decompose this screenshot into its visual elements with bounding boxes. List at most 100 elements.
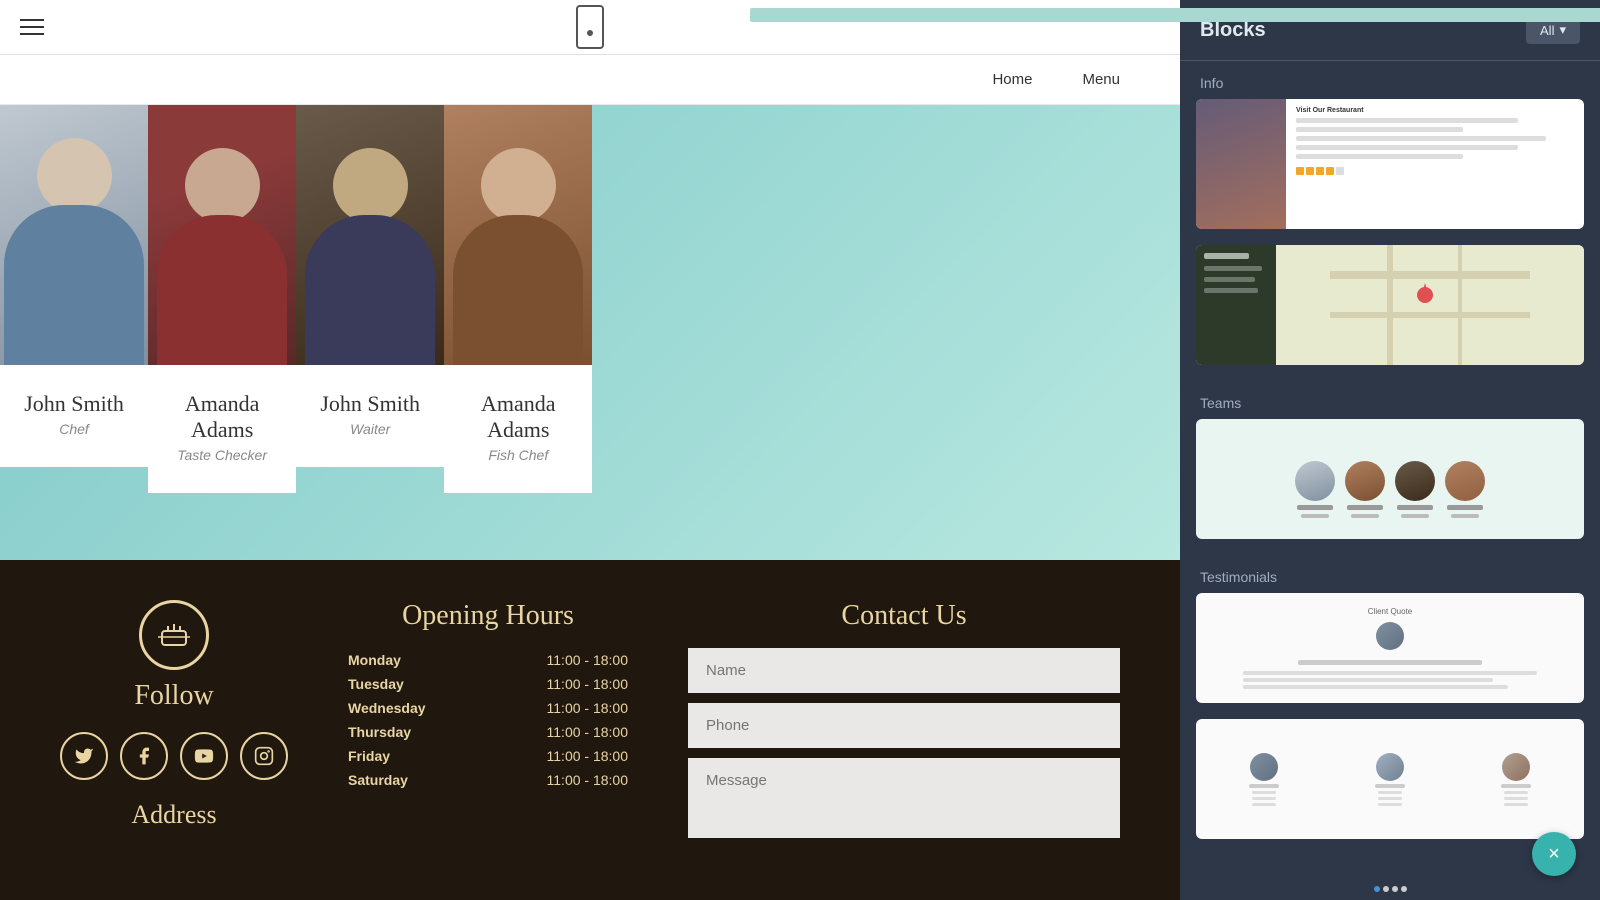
star-2 bbox=[1306, 167, 1314, 175]
testimonials-preview-1: Client Quote bbox=[1196, 593, 1584, 703]
hours-row-wednesday: Wednesday 11:00 - 18:00 bbox=[348, 696, 628, 720]
team-card-2[interactable]: Amanda Adams Taste Checker bbox=[148, 105, 296, 560]
youtube-icon[interactable] bbox=[180, 732, 228, 780]
test2-avatar-1 bbox=[1250, 753, 1278, 781]
footer-contact-column: Contact Us bbox=[688, 600, 1120, 838]
navbar: Home Menu bbox=[0, 55, 1180, 105]
info-line-5 bbox=[1296, 154, 1463, 159]
opening-hours-title: Opening Hours bbox=[348, 600, 628, 632]
map-right-panel bbox=[1276, 245, 1584, 365]
team-preview-avatar-4 bbox=[1445, 461, 1485, 501]
hamburger-menu-icon[interactable] bbox=[20, 19, 44, 35]
testimonial-line-2 bbox=[1243, 678, 1493, 682]
test2-text-1a bbox=[1252, 791, 1276, 794]
team-preview-card-3 bbox=[1395, 461, 1435, 518]
sidebar-block-teams[interactable] bbox=[1196, 419, 1584, 539]
person-silhouette-3 bbox=[296, 105, 444, 365]
sidebar-block-info-1[interactable]: Visit Our Restaurant bbox=[1196, 99, 1584, 229]
test2-text-2c bbox=[1378, 803, 1402, 806]
test2-card-2 bbox=[1330, 753, 1450, 806]
info-block-image-1 bbox=[1196, 99, 1286, 229]
contact-name-input[interactable] bbox=[688, 648, 1120, 693]
footer-address-title: Address bbox=[131, 800, 216, 830]
team-card-4[interactable]: Amanda Adams Fish Chef bbox=[444, 105, 592, 560]
test2-avatar-3 bbox=[1502, 753, 1530, 781]
contact-message-textarea[interactable] bbox=[688, 758, 1120, 838]
hours-day-tuesday: Tuesday bbox=[348, 676, 404, 692]
sidebar-block-testimonial-1[interactable]: Client Quote bbox=[1196, 593, 1584, 703]
team-preview-role-1 bbox=[1301, 514, 1329, 518]
test2-text-2b bbox=[1378, 797, 1402, 800]
twitter-icon[interactable] bbox=[60, 732, 108, 780]
hours-time-friday: 11:00 - 18:00 bbox=[547, 748, 628, 764]
test2-card-1 bbox=[1204, 753, 1324, 806]
hours-day-thursday: Thursday bbox=[348, 724, 411, 740]
test2-text-1c bbox=[1252, 803, 1276, 806]
info-line-4 bbox=[1296, 145, 1518, 150]
team-member-name-2: Amanda Adams bbox=[158, 391, 286, 443]
follow-title: Follow bbox=[134, 680, 213, 712]
team-preview-avatar-2 bbox=[1345, 461, 1385, 501]
team-photo-john-waiter bbox=[296, 105, 444, 365]
filter-chevron-icon: ▾ bbox=[1559, 22, 1566, 38]
team-member-role-2: Taste Checker bbox=[158, 447, 286, 463]
close-button[interactable]: × bbox=[1532, 832, 1576, 876]
map-text-3 bbox=[1204, 288, 1258, 293]
testimonial-line-1 bbox=[1243, 671, 1537, 675]
facebook-icon[interactable] bbox=[120, 732, 168, 780]
test2-name-3 bbox=[1501, 784, 1531, 788]
team-preview-role-4 bbox=[1451, 514, 1479, 518]
info-line-1 bbox=[1296, 118, 1518, 123]
map-svg bbox=[1276, 245, 1584, 365]
nav-home[interactable]: Home bbox=[992, 71, 1032, 88]
sidebar-block-testimonial-2[interactable] bbox=[1196, 719, 1584, 839]
team-photo-amanda-taste bbox=[148, 105, 296, 365]
map-block-preview bbox=[1196, 245, 1584, 365]
team-cards-container: John Smith Chef Amanda Adams Taste Check… bbox=[0, 105, 592, 560]
testimonials-preview-2 bbox=[1196, 719, 1584, 839]
test2-text-2a bbox=[1378, 791, 1402, 794]
hours-row-thursday: Thursday 11:00 - 18:00 bbox=[348, 720, 628, 744]
sidebar: Blocks All ▾ Info Visit Our Restaurant bbox=[1180, 0, 1600, 900]
team-preview-role-2 bbox=[1351, 514, 1379, 518]
team-card-3[interactable]: John Smith Waiter bbox=[296, 105, 444, 560]
hours-time-monday: 11:00 - 18:00 bbox=[547, 652, 628, 668]
client-quote-label: Client Quote bbox=[1368, 607, 1412, 616]
team-member-name-3: John Smith bbox=[306, 391, 434, 417]
instagram-icon[interactable] bbox=[240, 732, 288, 780]
team-preview-card-1 bbox=[1295, 461, 1335, 518]
star-1 bbox=[1296, 167, 1304, 175]
star-4 bbox=[1326, 167, 1334, 175]
footer-hours-column: Opening Hours Monday 11:00 - 18:00 Tuesd… bbox=[348, 600, 628, 792]
person-silhouette-4 bbox=[444, 105, 592, 365]
teams-avatars-row bbox=[1295, 461, 1485, 518]
mobile-preview-icon[interactable] bbox=[576, 5, 604, 49]
test2-text-3c bbox=[1504, 803, 1528, 806]
team-section: John Smith Chef Amanda Adams Taste Check… bbox=[0, 105, 1180, 560]
team-member-role-4: Fish Chef bbox=[454, 447, 582, 463]
sidebar-block-info-map[interactable] bbox=[1196, 245, 1584, 365]
test2-name-1 bbox=[1249, 784, 1279, 788]
team-photo-john-chef bbox=[0, 105, 148, 365]
test2-text-1b bbox=[1252, 797, 1276, 800]
team-member-role-3: Waiter bbox=[306, 421, 434, 437]
test2-name-2 bbox=[1375, 784, 1405, 788]
hours-row-saturday: Saturday 11:00 - 18:00 bbox=[348, 768, 628, 792]
contact-phone-input[interactable] bbox=[688, 703, 1120, 748]
team-card-1[interactable]: John Smith Chef bbox=[0, 105, 148, 560]
team-preview-name-3 bbox=[1397, 505, 1433, 510]
team-member-role-1: Chef bbox=[10, 421, 138, 437]
hours-time-tuesday: 11:00 - 18:00 bbox=[547, 676, 628, 692]
hours-table: Monday 11:00 - 18:00 Tuesday 11:00 - 18:… bbox=[348, 648, 628, 792]
testimonial-text-lines bbox=[1243, 671, 1537, 689]
hours-day-monday: Monday bbox=[348, 652, 401, 668]
footer-follow-column: Follow bbox=[60, 600, 288, 830]
hours-time-thursday: 11:00 - 18:00 bbox=[547, 724, 628, 740]
hours-day-saturday: Saturday bbox=[348, 772, 408, 788]
testimonial-name-line bbox=[1298, 660, 1482, 665]
person-silhouette bbox=[0, 105, 148, 365]
nav-menu[interactable]: Menu bbox=[1082, 71, 1120, 88]
team-preview-role-3 bbox=[1401, 514, 1429, 518]
team-member-name-1: John Smith bbox=[10, 391, 138, 417]
info-block-label: Visit Our Restaurant bbox=[1296, 107, 1574, 114]
